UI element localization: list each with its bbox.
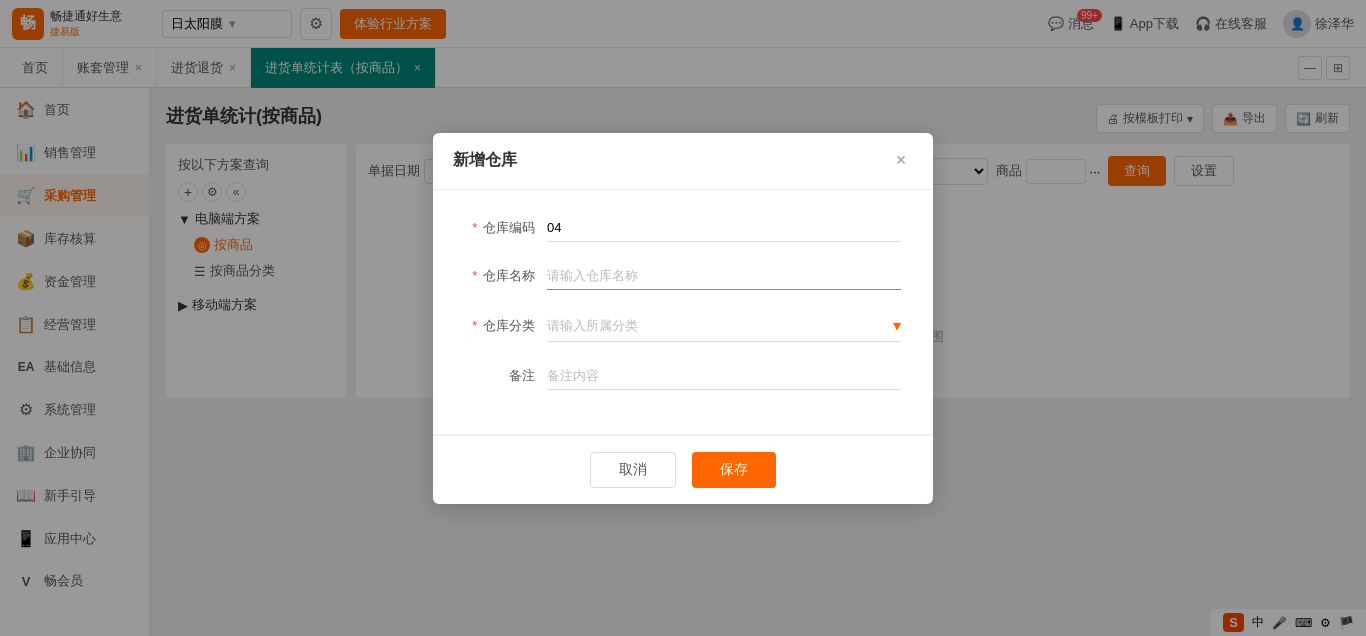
category-select-wrapper: ▾ (547, 310, 901, 342)
category-input[interactable] (547, 318, 893, 333)
add-warehouse-modal: 新增仓库 × * 仓库编码 * 仓库名称 (433, 133, 933, 504)
modal-title: 新增仓库 (453, 150, 517, 171)
code-form-row: * 仓库编码 (465, 214, 901, 242)
modal-overlay[interactable]: 新增仓库 × * 仓库编码 * 仓库名称 (0, 0, 1366, 636)
modal-footer: 取消 保存 (433, 435, 933, 504)
category-label: * 仓库分类 (465, 317, 535, 335)
warehouse-name-input[interactable] (547, 262, 901, 290)
remark-form-row: 备注 (465, 362, 901, 390)
remark-label: 备注 (465, 367, 535, 385)
code-label: * 仓库编码 (465, 219, 535, 237)
save-button[interactable]: 保存 (692, 452, 776, 488)
warehouse-code-input[interactable] (547, 214, 901, 242)
cancel-button[interactable]: 取消 (590, 452, 676, 488)
modal-header: 新增仓库 × (433, 133, 933, 190)
category-required-star: * (472, 318, 477, 333)
code-required-star: * (472, 220, 477, 235)
modal-body: * 仓库编码 * 仓库名称 * 仓库分类 (433, 190, 933, 434)
category-dropdown-arrow[interactable]: ▾ (893, 316, 901, 335)
category-form-row: * 仓库分类 ▾ (465, 310, 901, 342)
modal-close-button[interactable]: × (889, 149, 913, 173)
remark-input[interactable] (547, 362, 901, 390)
name-form-row: * 仓库名称 (465, 262, 901, 290)
name-required-star: * (472, 268, 477, 283)
name-label: * 仓库名称 (465, 267, 535, 285)
